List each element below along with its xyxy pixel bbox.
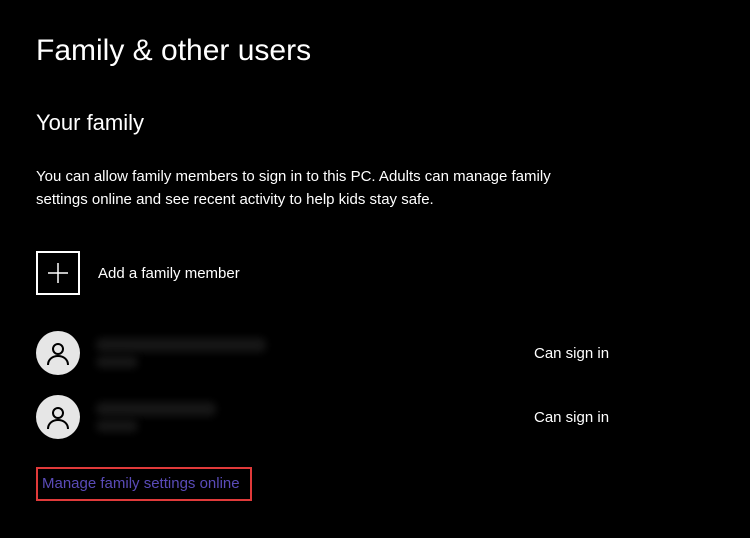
plus-icon <box>36 251 80 295</box>
user-avatar-icon <box>36 331 80 375</box>
family-member-row[interactable]: Can sign in <box>36 331 714 375</box>
section-description: You can allow family members to sign in … <box>36 166 596 211</box>
family-member-role-redacted <box>96 420 138 432</box>
family-member-status: Can sign in <box>534 409 714 426</box>
add-family-member-label: Add a family member <box>98 265 240 282</box>
manage-family-link-highlight: Manage family settings online <box>36 467 252 501</box>
family-member-info <box>96 402 518 432</box>
section-heading-your-family: Your family <box>36 110 714 136</box>
add-family-member-button[interactable]: Add a family member <box>36 251 714 295</box>
user-avatar-icon <box>36 395 80 439</box>
family-member-role-redacted <box>96 356 138 368</box>
page-title: Family & other users <box>36 34 714 68</box>
manage-family-settings-link[interactable]: Manage family settings online <box>42 475 240 492</box>
family-member-status: Can sign in <box>534 345 714 362</box>
family-member-info <box>96 338 518 368</box>
family-member-name-redacted <box>96 338 266 352</box>
family-member-row[interactable]: Can sign in <box>36 395 714 439</box>
family-member-name-redacted <box>96 402 216 416</box>
